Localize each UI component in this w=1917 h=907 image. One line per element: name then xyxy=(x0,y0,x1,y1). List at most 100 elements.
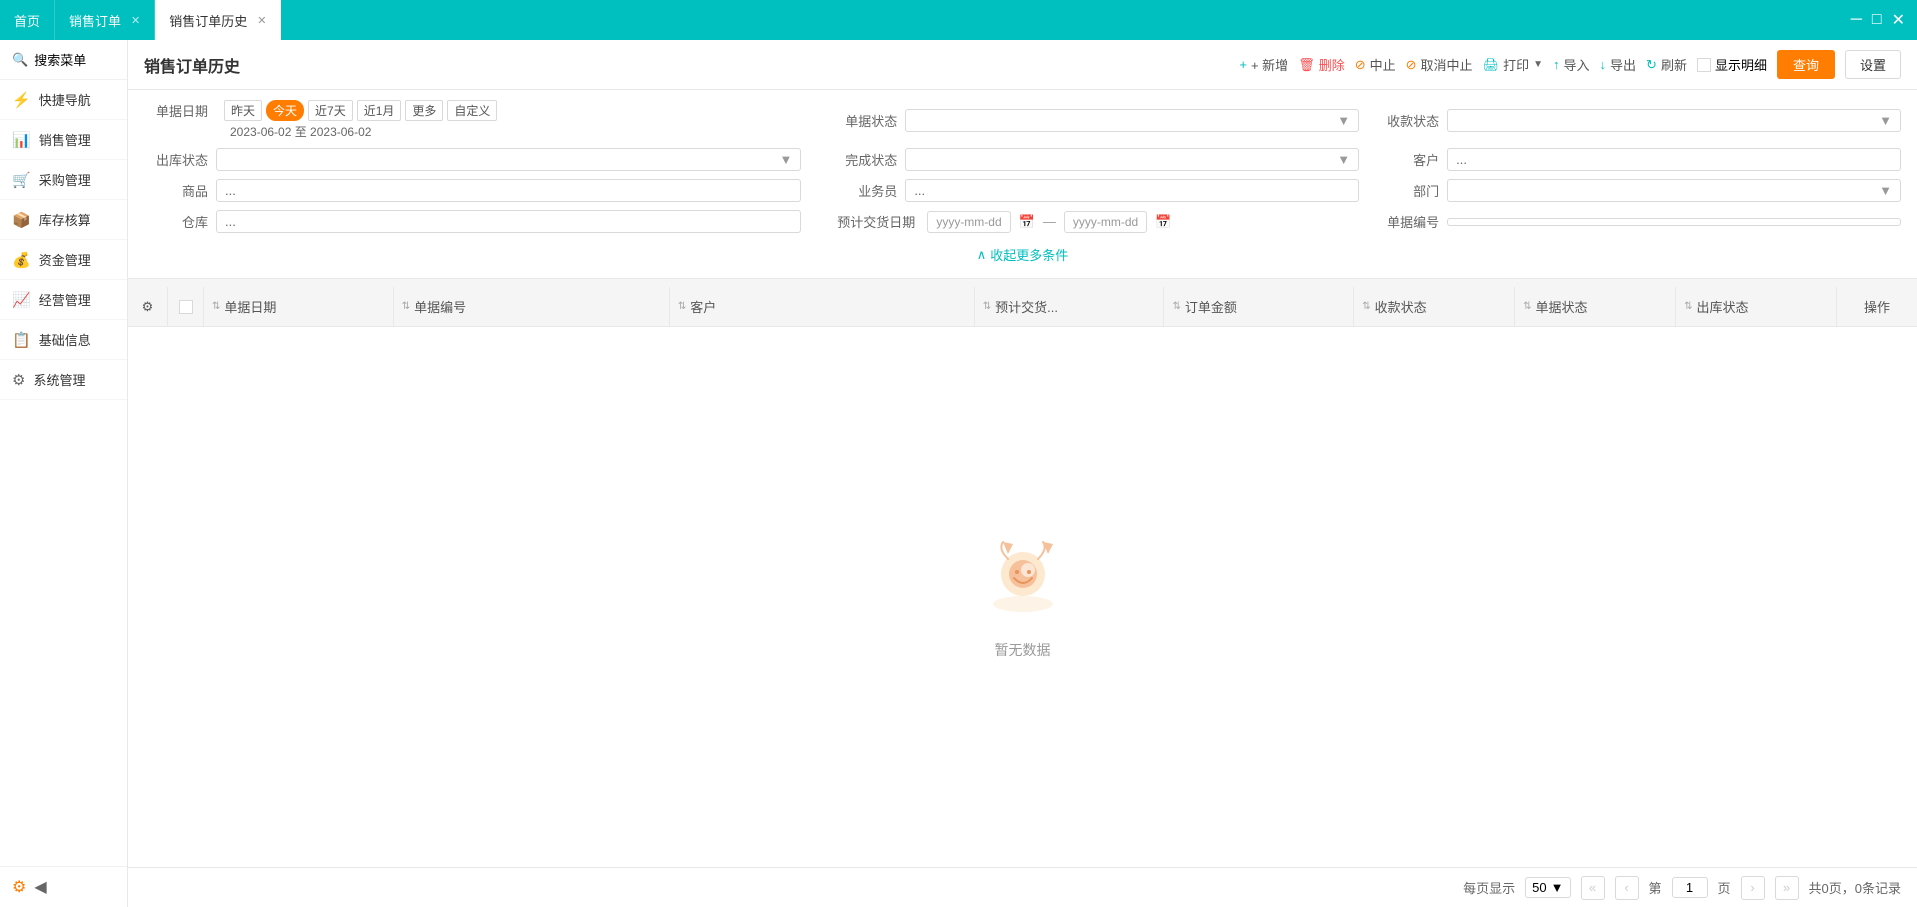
order-no-input[interactable] xyxy=(1447,218,1901,226)
date-custom-btn[interactable]: 自定义 xyxy=(447,100,497,121)
prev-page-button[interactable]: ‹ xyxy=(1615,876,1639,900)
date-1month-btn[interactable]: 近1月 xyxy=(357,100,402,121)
last-page-button[interactable]: » xyxy=(1775,876,1799,900)
tab-sales-order-history-label: 销售订单历史 xyxy=(169,11,247,30)
warehouse-select[interactable]: ... xyxy=(216,210,801,233)
total-info: 共0页，0条记录 xyxy=(1809,878,1901,897)
salesperson-label: 业务员 xyxy=(833,181,905,200)
sidebar-item-operation[interactable]: 📈 经营管理 xyxy=(0,280,127,320)
sidebar-item-quick-nav[interactable]: ⚡ 快捷导航 xyxy=(0,80,127,120)
sidebar-item-basic-info[interactable]: 📋 基础信息 xyxy=(0,320,127,360)
per-page-arrow: ▼ xyxy=(1551,880,1564,895)
delivery-date-start[interactable]: yyyy-mm-dd xyxy=(927,211,1010,233)
date-7days-btn[interactable]: 近7天 xyxy=(308,100,353,121)
last-page-icon: » xyxy=(1783,880,1790,895)
th-customer[interactable]: ⇅ 客户 xyxy=(670,287,975,326)
sidebar-item-purchase-mgmt[interactable]: 🛒 采购管理 xyxy=(0,160,127,200)
tab-sales-order-history-close[interactable]: ✕ xyxy=(257,14,266,27)
settings-button[interactable]: 设置 xyxy=(1845,50,1901,79)
date-today-btn[interactable]: 今天 xyxy=(266,100,304,121)
tab-home[interactable]: 首页 xyxy=(0,0,55,40)
date-yesterday-btn[interactable]: 昨天 xyxy=(224,100,262,121)
th-out-status[interactable]: ⇅ 出库状态 xyxy=(1676,287,1837,326)
delivery-date-end-cal-icon[interactable]: 📅 xyxy=(1155,214,1171,230)
select-all-checkbox[interactable] xyxy=(179,300,193,314)
filter-order-no-col: 单据编号 xyxy=(1375,212,1901,231)
delete-button[interactable]: 🗑 删除 xyxy=(1298,55,1345,74)
product-select[interactable]: ... xyxy=(216,179,801,202)
per-page-value: 50 xyxy=(1532,880,1546,895)
table-header: ⚙ ⇅ 单据日期 ⇅ 单据编号 ⇅ 客户 ⇅ xyxy=(128,287,1917,327)
th-payment[interactable]: ⇅ 收款状态 xyxy=(1354,287,1515,326)
th-op: 操作 xyxy=(1837,287,1917,326)
first-page-button[interactable]: « xyxy=(1581,876,1605,900)
order-status-select[interactable]: ▼ xyxy=(905,109,1359,132)
payment-status-select[interactable]: ▼ xyxy=(1447,109,1901,132)
th-customer-label: 客户 xyxy=(690,297,716,316)
import-button[interactable]: ↑ 导入 xyxy=(1553,55,1590,74)
complete-status-arrow: ▼ xyxy=(1337,152,1350,167)
per-page-select[interactable]: 50 ▼ xyxy=(1525,877,1570,898)
th-no[interactable]: ⇅ 单据编号 xyxy=(394,287,670,326)
customer-select[interactable]: ... xyxy=(1447,148,1901,171)
export-button[interactable]: ↓ 导出 xyxy=(1600,55,1637,74)
th-delivery-label: 预计交货... xyxy=(995,297,1058,316)
tab-sales-order[interactable]: 销售订单 ✕ xyxy=(55,0,155,40)
delivery-date-end[interactable]: yyyy-mm-dd xyxy=(1064,211,1147,233)
sidebar-item-finance[interactable]: 💰 资金管理 xyxy=(0,240,127,280)
th-amount[interactable]: ⇅ 订单金额 xyxy=(1164,287,1354,326)
maximize-icon[interactable]: □ xyxy=(1872,11,1882,29)
display-toggle[interactable]: 显示明细 xyxy=(1697,55,1767,74)
complete-status-select[interactable]: ▼ xyxy=(905,148,1359,171)
date-label: 单据日期 xyxy=(144,101,216,120)
sidebar-item-finance-label: 资金管理 xyxy=(39,250,91,269)
new-button[interactable]: + + 新增 xyxy=(1239,55,1288,74)
page-input[interactable] xyxy=(1672,877,1708,898)
print-label: 打印 xyxy=(1503,55,1529,74)
import-icon: ↑ xyxy=(1553,57,1560,72)
sidebar-item-purchase-mgmt-label: 采购管理 xyxy=(39,170,91,189)
print-dropdown-icon: ▼ xyxy=(1533,59,1543,70)
sidebar-item-system[interactable]: ⚙ 系统管理 xyxy=(0,360,127,400)
stop-button[interactable]: ⊘ 中止 xyxy=(1355,55,1396,74)
sidebar-item-sales-mgmt[interactable]: 📊 销售管理 xyxy=(0,120,127,160)
close-icon[interactable]: ✕ xyxy=(1892,10,1905,30)
filter-customer-col: 客户 ... xyxy=(1375,148,1901,171)
print-button[interactable]: 🖨 打印 ▼ xyxy=(1483,55,1543,74)
th-date[interactable]: ⇅ 单据日期 xyxy=(204,287,394,326)
cancel-stop-button[interactable]: ⊘ 取消中止 xyxy=(1406,55,1473,74)
date-quick-btns: 昨天 今天 近7天 近1月 更多 自定义 xyxy=(224,100,497,121)
per-page-label: 每页显示 xyxy=(1463,878,1515,897)
empty-state: 暂无数据 xyxy=(128,327,1917,867)
next-page-button[interactable]: › xyxy=(1741,876,1765,900)
order-status-arrow: ▼ xyxy=(1337,113,1350,128)
refresh-button[interactable]: ↻ 刷新 xyxy=(1646,55,1687,74)
delivery-date-start-cal-icon[interactable]: 📅 xyxy=(1019,214,1035,230)
tab-sales-order-history[interactable]: 销售订单历史 ✕ xyxy=(155,0,281,40)
query-button[interactable]: 查询 xyxy=(1777,50,1835,79)
sidebar-item-inventory[interactable]: 📦 库存核算 xyxy=(0,200,127,240)
date-more-btn[interactable]: 更多 xyxy=(405,100,443,121)
tab-sales-order-close[interactable]: ✕ xyxy=(131,14,140,27)
filter-salesperson-col: 业务员 ... xyxy=(833,179,1359,202)
th-settings[interactable]: ⚙ xyxy=(128,287,168,326)
tab-home-label: 首页 xyxy=(14,11,40,30)
out-status-select[interactable]: ▼ xyxy=(216,148,801,171)
display-toggle-checkbox[interactable] xyxy=(1697,58,1711,72)
system-icon: ⚙ xyxy=(12,371,25,389)
th-order-status[interactable]: ⇅ 单据状态 xyxy=(1515,287,1676,326)
sidebar-collapse-icon[interactable]: ◀ xyxy=(34,877,46,897)
sidebar-settings-icon[interactable]: ⚙ xyxy=(12,877,26,897)
quick-nav-icon: ⚡ xyxy=(12,91,31,109)
sidebar-item-basic-info-label: 基础信息 xyxy=(39,330,91,349)
th-amount-label: 订单金额 xyxy=(1185,297,1237,316)
th-checkbox[interactable] xyxy=(168,287,204,326)
department-select[interactable]: ▼ xyxy=(1447,179,1901,202)
cancel-stop-icon: ⊘ xyxy=(1406,57,1417,73)
sidebar: 🔍 搜索菜单 ⚡ 快捷导航 📊 销售管理 🛒 采购管理 📦 库存核算 💰 资金管… xyxy=(0,40,128,907)
minimize-icon[interactable]: ─ xyxy=(1851,11,1862,29)
th-delivery[interactable]: ⇅ 预计交货... xyxy=(975,287,1165,326)
collapse-button[interactable]: ∧ 收起更多条件 xyxy=(144,241,1901,268)
sidebar-search[interactable]: 🔍 搜索菜单 xyxy=(0,40,127,80)
salesperson-select[interactable]: ... xyxy=(905,179,1359,202)
